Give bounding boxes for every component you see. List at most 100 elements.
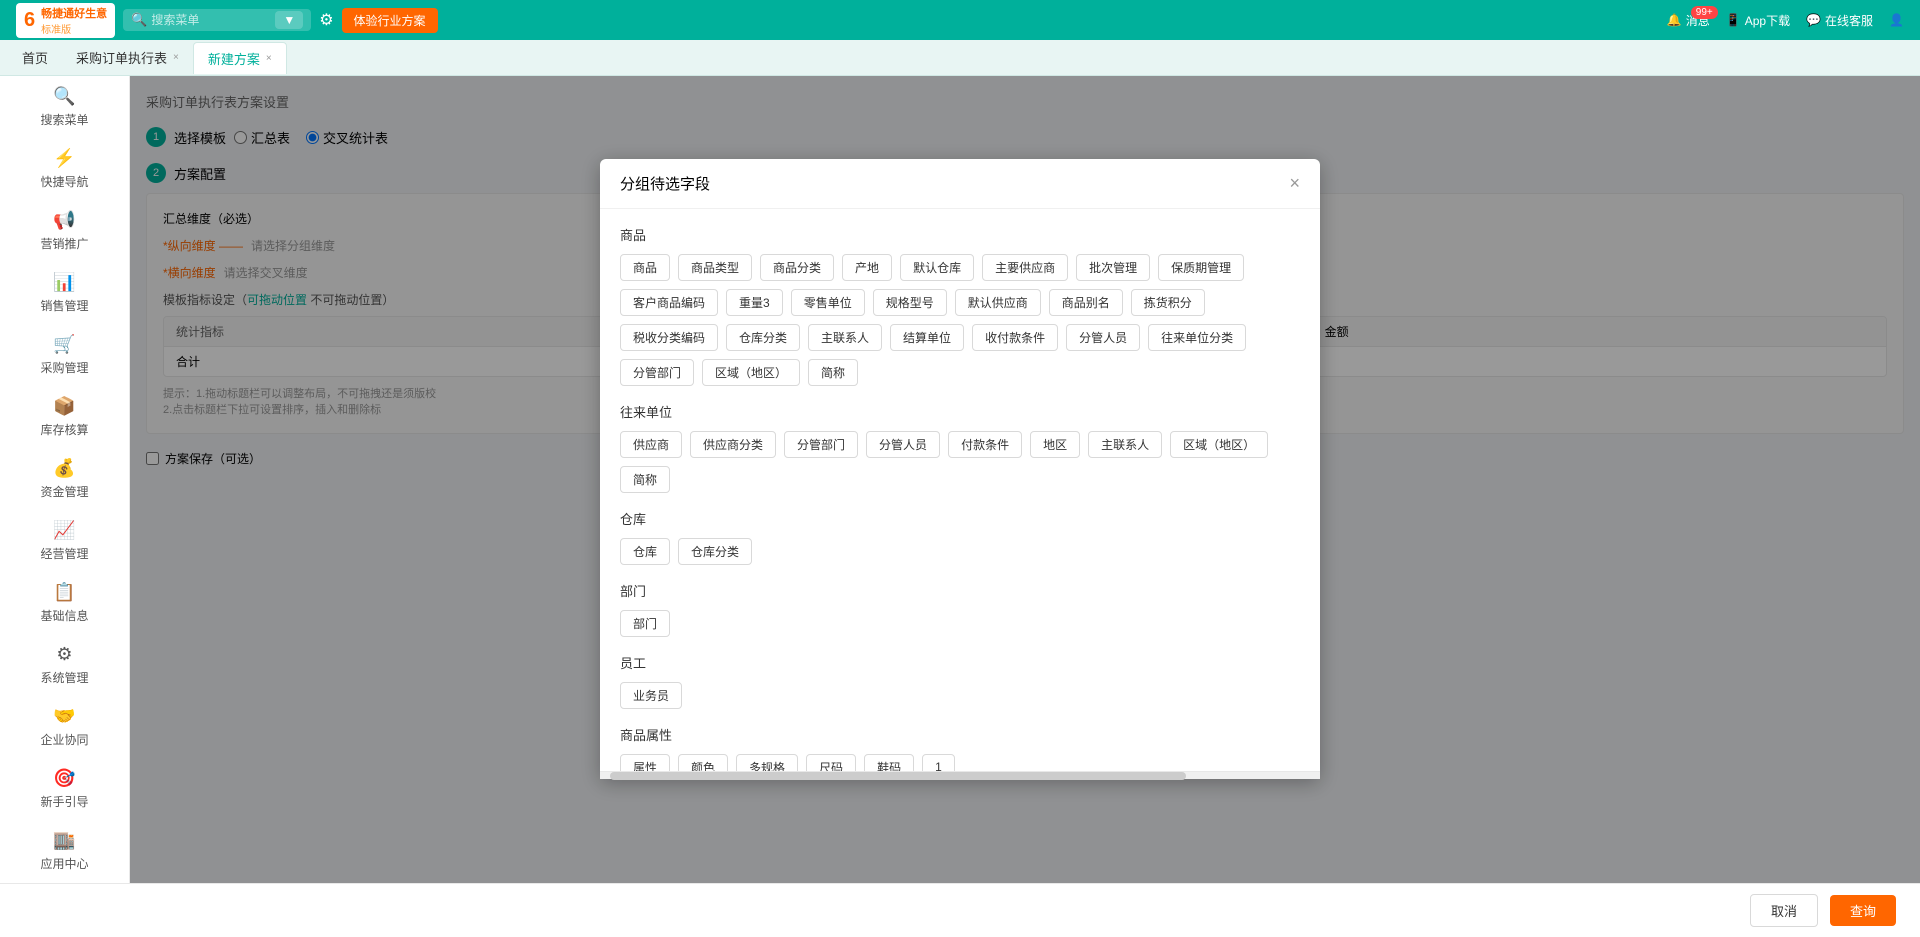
sidebar-item-search[interactable]: 🔍 搜索菜单 — [0, 76, 129, 138]
online-service-item[interactable]: 💬 在线客服 — [1806, 12, 1873, 29]
field-tag-partner-category[interactable]: 往来单位分类 — [1148, 324, 1246, 351]
field-tag-partner-manager[interactable]: 分管人员 — [866, 431, 940, 458]
field-tag-color[interactable]: 颜色 — [678, 754, 728, 771]
modal-close-btn[interactable]: × — [1289, 173, 1300, 194]
field-tag-payment-terms[interactable]: 收付款条件 — [972, 324, 1058, 351]
field-tag-multi-spec[interactable]: 多规格 — [736, 754, 798, 771]
sidebar-item-guide-label: 新手引导 — [40, 793, 88, 810]
quick-nav-icon: ⚡ — [53, 148, 75, 169]
sidebar-item-quick-nav-label: 快捷导航 — [40, 173, 88, 190]
field-tag-default-warehouse[interactable]: 默认仓库 — [900, 254, 974, 281]
field-tag-attr-1[interactable]: 1 — [922, 754, 955, 771]
tab-purchase-order-close[interactable]: × — [173, 52, 179, 63]
field-tag-region[interactable]: 区域（地区） — [702, 359, 800, 386]
tab-new-plan-close[interactable]: × — [266, 53, 272, 64]
field-tag-attr[interactable]: 属性 — [620, 754, 670, 771]
search-area[interactable]: 🔍 ▼ — [123, 9, 311, 31]
section-department-tags: 部门 — [620, 610, 1300, 637]
purchase-icon: 🛒 — [53, 334, 75, 355]
sidebar-item-system[interactable]: ⚙ 系统管理 — [0, 634, 129, 696]
field-tag-goods-category[interactable]: 商品分类 — [760, 254, 834, 281]
field-tag-warehouse-cat[interactable]: 仓库分类 — [678, 538, 752, 565]
top-nav-right: 🔔 99+ 消息 📱 App下载 💬 在线客服 👤 — [1667, 12, 1904, 29]
message-nav-item[interactable]: 🔔 99+ 消息 — [1667, 12, 1710, 29]
field-tag-origin[interactable]: 产地 — [842, 254, 892, 281]
field-tag-salesperson[interactable]: 业务员 — [620, 682, 682, 709]
field-tag-goods-alias[interactable]: 商品别名 — [1049, 289, 1123, 316]
field-tag-supplier[interactable]: 供应商 — [620, 431, 682, 458]
field-tag-settlement-unit[interactable]: 结算单位 — [890, 324, 964, 351]
field-tag-size[interactable]: 尺码 — [806, 754, 856, 771]
sidebar-item-basic-info[interactable]: 📋 基础信息 — [0, 572, 129, 634]
sidebar-item-app-center-label: 应用中心 — [40, 855, 88, 872]
sidebar-item-guide[interactable]: 🎯 新手引导 — [0, 758, 129, 820]
field-tag-dept[interactable]: 分管部门 — [620, 359, 694, 386]
section-goods: 商品 商品 商品类型 商品分类 产地 默认仓库 主要供应商 批次管理 保质期管理… — [620, 225, 1300, 386]
field-tag-tax-code[interactable]: 税收分类编码 — [620, 324, 718, 351]
nav-dropdown-btn[interactable]: ▼ — [275, 11, 303, 29]
tab-new-plan[interactable]: 新建方案 × — [193, 42, 287, 74]
nav-gear-btn[interactable]: ⚙ — [319, 10, 333, 30]
basic-info-icon: 📋 — [53, 582, 75, 603]
bottom-bar: 取消 查询 — [0, 883, 1920, 937]
tab-bar: 首页 采购订单执行表 × 新建方案 × — [0, 40, 1920, 76]
sidebar-item-marketing[interactable]: 📢 营销推广 — [0, 200, 129, 262]
app-download-item[interactable]: 📱 App下载 — [1726, 12, 1790, 29]
sidebar-item-inventory[interactable]: 📦 库存核算 — [0, 386, 129, 448]
sidebar-item-quick-nav[interactable]: ⚡ 快捷导航 — [0, 138, 129, 200]
sidebar-item-finance[interactable]: 💰 资金管理 — [0, 448, 129, 510]
sidebar-item-system-label: 系统管理 — [40, 669, 88, 686]
field-tag-warehouse-category[interactable]: 仓库分类 — [726, 324, 800, 351]
section-goods-attr-tags: 属性 颜色 多规格 尺码 鞋码 1 — [620, 754, 1300, 771]
field-tag-shelf-life[interactable]: 保质期管理 — [1158, 254, 1244, 281]
sidebar-item-search-label: 搜索菜单 — [40, 111, 88, 128]
message-icon: 🔔 — [1667, 13, 1682, 27]
sidebar-item-purchase-label: 采购管理 — [40, 359, 88, 376]
field-tag-pay-terms[interactable]: 付款条件 — [948, 431, 1022, 458]
field-tag-shoe-size[interactable]: 鞋码 — [864, 754, 914, 771]
field-tag-area[interactable]: 地区 — [1030, 431, 1080, 458]
logo-sub: 标准版 — [41, 21, 107, 36]
sidebar-item-operation[interactable]: 📈 经营管理 — [0, 510, 129, 572]
field-tag-partner-region[interactable]: 区域（地区） — [1170, 431, 1268, 458]
message-badge: 99+ — [1691, 6, 1718, 19]
field-tag-department[interactable]: 部门 — [620, 610, 670, 637]
sidebar-item-sales[interactable]: 📊 销售管理 — [0, 262, 129, 324]
section-employee-title: 员工 — [620, 653, 1300, 672]
field-tag-main-contact[interactable]: 主联系人 — [808, 324, 882, 351]
field-tag-goods-type[interactable]: 商品类型 — [678, 254, 752, 281]
section-employee-tags: 业务员 — [620, 682, 1300, 709]
field-tag-default-supplier[interactable]: 默认供应商 — [955, 289, 1041, 316]
sales-icon: 📊 — [53, 272, 75, 293]
sidebar-item-purchase[interactable]: 🛒 采购管理 — [0, 324, 129, 386]
field-tag-goods[interactable]: 商品 — [620, 254, 670, 281]
field-tag-main-supplier[interactable]: 主要供应商 — [982, 254, 1068, 281]
tab-home[interactable]: 首页 — [8, 42, 62, 73]
field-tag-partner-short-name[interactable]: 简称 — [620, 466, 670, 493]
tab-purchase-order[interactable]: 采购订单执行表 × — [62, 42, 193, 73]
field-tag-supplier-category[interactable]: 供应商分类 — [690, 431, 776, 458]
field-tag-warehouse[interactable]: 仓库 — [620, 538, 670, 565]
field-tag-pick-points[interactable]: 拣货积分 — [1131, 289, 1205, 316]
field-tag-spec-model[interactable]: 规格型号 — [873, 289, 947, 316]
field-tag-batch-mgmt[interactable]: 批次管理 — [1076, 254, 1150, 281]
field-tag-partner-contact[interactable]: 主联系人 — [1088, 431, 1162, 458]
user-avatar-item[interactable]: 👤 — [1889, 13, 1904, 27]
field-tag-partner-dept[interactable]: 分管部门 — [784, 431, 858, 458]
logo-icon: 6 — [24, 9, 35, 32]
sidebar-item-collab[interactable]: 🤝 企业协同 — [0, 696, 129, 758]
sidebar-item-app-center[interactable]: 🏬 应用中心 — [0, 820, 129, 882]
experience-btn[interactable]: 体验行业方案 — [342, 8, 438, 33]
confirm-button[interactable]: 查询 — [1830, 895, 1896, 926]
field-tag-customer-code[interactable]: 客户商品编码 — [620, 289, 718, 316]
field-tag-weight[interactable]: 重量3 — [726, 289, 783, 316]
section-goods-title: 商品 — [620, 225, 1300, 244]
field-tag-manager[interactable]: 分管人员 — [1066, 324, 1140, 351]
modal-horizontal-scrollbar[interactable] — [600, 771, 1320, 779]
field-tag-short-name[interactable]: 简称 — [808, 359, 858, 386]
modal-body[interactable]: 商品 商品 商品类型 商品分类 产地 默认仓库 主要供应商 批次管理 保质期管理… — [600, 209, 1320, 771]
cancel-button[interactable]: 取消 — [1750, 894, 1818, 927]
field-tag-retail-unit[interactable]: 零售单位 — [791, 289, 865, 316]
search-input[interactable] — [151, 13, 271, 27]
sidebar-item-basic-info-label: 基础信息 — [40, 607, 88, 624]
